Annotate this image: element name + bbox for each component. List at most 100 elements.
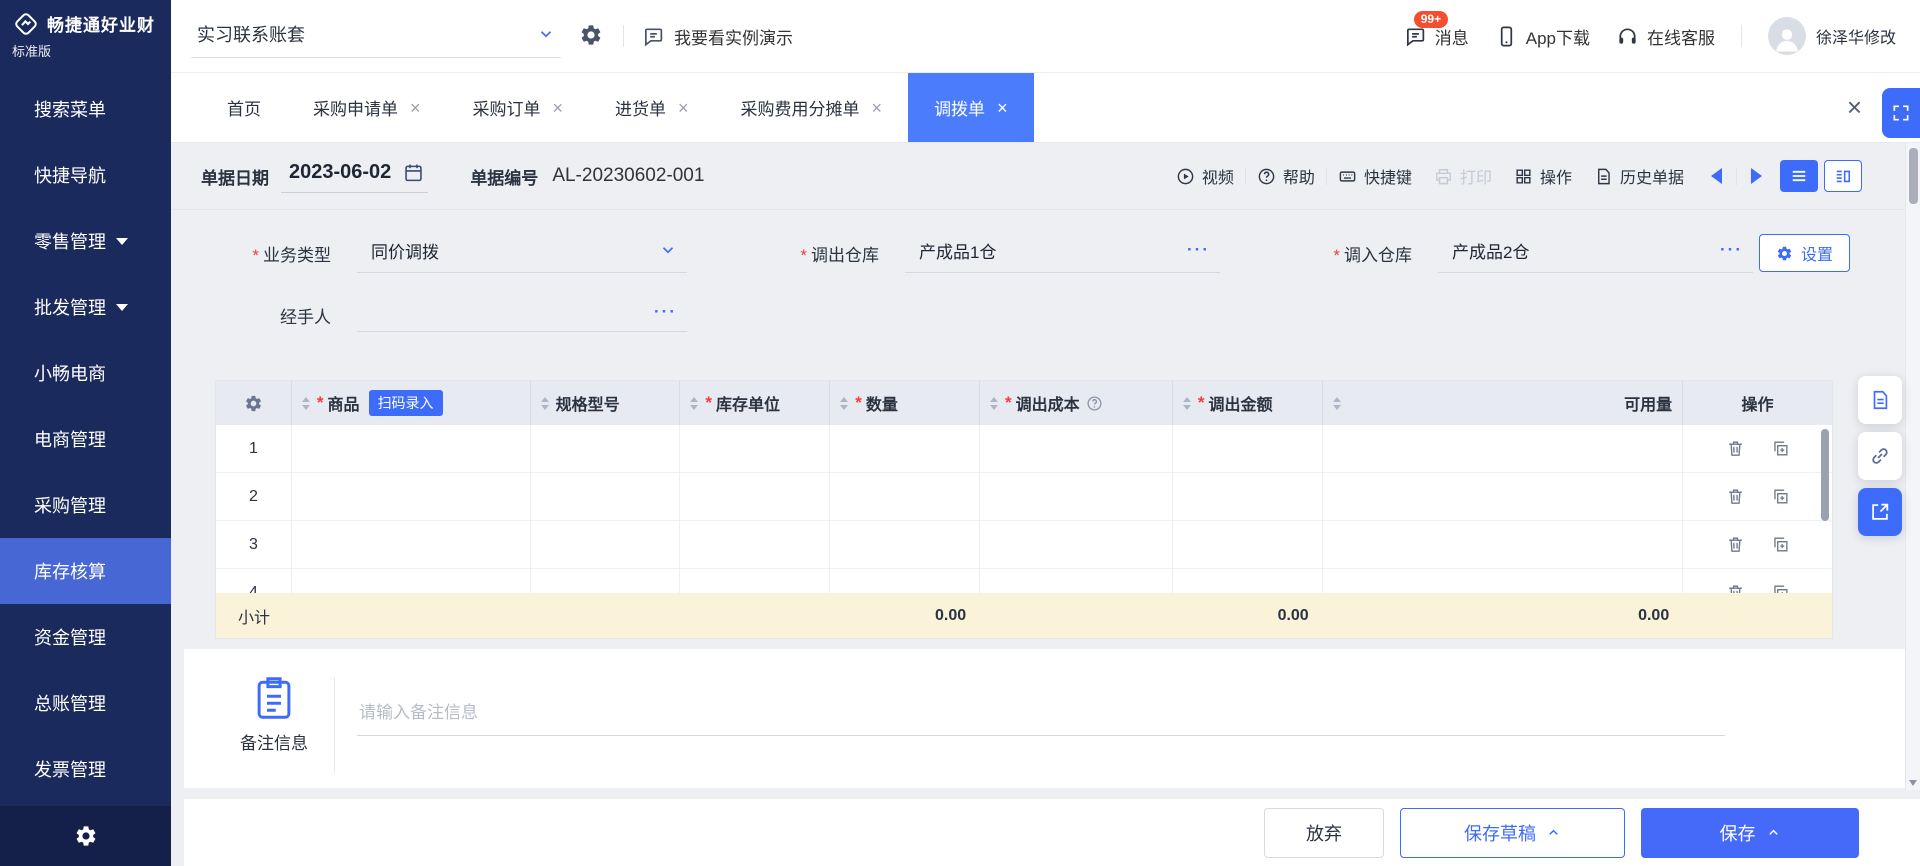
tab-close-icon[interactable]: × [872, 99, 883, 117]
scroll-down-arrow-icon[interactable] [1909, 780, 1917, 786]
tab-close-icon[interactable]: × [553, 99, 564, 117]
link-tool-button[interactable] [1858, 432, 1902, 480]
cell-product[interactable] [292, 569, 531, 593]
tab-purchase-request[interactable]: 采购申请单 × [287, 73, 447, 142]
sidebar-item-quick-nav[interactable]: 快捷导航 [0, 142, 171, 208]
copy-row-icon[interactable] [1771, 439, 1790, 458]
history-docs-button[interactable]: 历史单据 [1583, 164, 1695, 188]
in-warehouse-field[interactable]: 产成品2仓 ··· [1438, 234, 1753, 273]
cell-cost[interactable] [980, 473, 1173, 520]
app-download-button[interactable]: App下载 [1495, 24, 1590, 49]
delete-row-trash-icon[interactable] [1726, 583, 1745, 593]
tab-purchase-order[interactable]: 采购订单 × [447, 73, 590, 142]
guide-tool-button[interactable] [1858, 376, 1902, 424]
print-button[interactable]: 打印 [1423, 164, 1503, 188]
sort-arrows-icon[interactable] [1182, 396, 1191, 410]
video-button[interactable]: 视频 [1165, 164, 1245, 188]
fullscreen-button[interactable] [1882, 88, 1920, 138]
split-view-toggle[interactable] [1824, 160, 1862, 192]
table-column-settings[interactable] [216, 381, 292, 425]
cell-unit[interactable] [680, 473, 831, 520]
sidebar-item-wholesale[interactable]: 批发管理 [0, 274, 171, 340]
sort-arrows-icon[interactable] [1332, 396, 1341, 410]
next-doc-caret-icon[interactable] [1751, 168, 1762, 184]
tab-transfer-order[interactable]: 调拨单 × [908, 73, 1034, 142]
remarks-input[interactable] [357, 697, 1725, 736]
sidebar-item-search-menu[interactable]: 搜索菜单 [0, 76, 171, 142]
hotkeys-button[interactable]: 快捷键 [1327, 164, 1423, 188]
online-service-button[interactable]: 在线客服 [1616, 24, 1715, 49]
column-header-cost[interactable]: * 调出成本 [980, 381, 1173, 425]
cell-amount[interactable] [1173, 569, 1323, 593]
cell-cost[interactable] [980, 521, 1173, 568]
cell-unit[interactable] [680, 569, 831, 593]
expand-tool-button[interactable] [1858, 488, 1902, 536]
tab-goods-receipt[interactable]: 进货单 × [589, 73, 715, 142]
sidebar-item-ecommerce[interactable]: 电商管理 [0, 406, 171, 472]
operations-button[interactable]: 操作 [1503, 164, 1583, 188]
table-settings-gear-icon[interactable] [244, 394, 263, 413]
save-draft-button[interactable]: 保存草稿 [1400, 807, 1625, 858]
list-view-toggle[interactable] [1780, 160, 1818, 192]
sidebar-item-xiaochang-ecom[interactable]: 小畅电商 [0, 340, 171, 406]
copy-row-icon[interactable] [1771, 487, 1790, 506]
delete-row-trash-icon[interactable] [1726, 487, 1745, 506]
sort-arrows-icon[interactable] [990, 396, 999, 410]
sidebar-item-inventory-accounting[interactable]: 库存核算 [0, 538, 171, 604]
messages-button[interactable]: 99+ 消息 [1404, 10, 1469, 49]
column-header-unit[interactable]: * 库存单位 [680, 381, 831, 425]
cell-amount[interactable] [1173, 425, 1323, 472]
cell-unit[interactable] [680, 521, 831, 568]
sidebar-gear-icon[interactable] [74, 824, 98, 848]
header-settings-gear-icon[interactable] [579, 23, 605, 49]
tab-close-icon[interactable]: × [997, 99, 1008, 117]
tab-home[interactable]: 首页 [201, 73, 287, 142]
ellipsis-picker-icon[interactable]: ··· [1187, 240, 1210, 260]
ellipsis-picker-icon[interactable]: ··· [654, 302, 677, 322]
sidebar-item-funds[interactable]: 资金管理 [0, 604, 171, 670]
cell-amount[interactable] [1173, 473, 1323, 520]
settings-button[interactable]: 设置 [1758, 234, 1850, 272]
doc-date-field[interactable]: 2023-06-02 [281, 159, 429, 193]
cell-qty[interactable] [830, 569, 981, 593]
prev-doc-caret-icon[interactable] [1711, 168, 1722, 184]
cell-spec[interactable] [531, 521, 681, 568]
out-warehouse-field[interactable]: 产成品1仓 ··· [905, 234, 1220, 273]
copy-row-icon[interactable] [1771, 535, 1790, 554]
demo-link[interactable]: 我要看实例演示 [642, 24, 793, 49]
cell-spec[interactable] [531, 425, 681, 472]
discard-button[interactable]: 放弃 [1264, 807, 1384, 858]
sidebar-item-retail[interactable]: 零售管理 [0, 208, 171, 274]
sort-arrows-icon[interactable] [840, 396, 849, 410]
column-header-qty[interactable]: * 数量 [830, 381, 981, 425]
ellipsis-picker-icon[interactable]: ··· [1720, 240, 1743, 260]
handler-field[interactable]: ··· [357, 298, 687, 332]
cost-info-icon[interactable] [1086, 395, 1103, 412]
column-header-available[interactable]: 可用量 [1323, 381, 1684, 425]
cell-cost[interactable] [980, 425, 1173, 472]
cell-cost[interactable] [980, 569, 1173, 593]
help-button[interactable]: 帮助 [1246, 164, 1326, 188]
page-scrollbar[interactable] [1905, 143, 1920, 790]
table-scrollbar[interactable] [1821, 429, 1829, 521]
cell-qty[interactable] [830, 521, 981, 568]
cell-product[interactable] [292, 521, 531, 568]
delete-row-trash-icon[interactable] [1726, 535, 1745, 554]
sort-arrows-icon[interactable] [301, 396, 310, 410]
sidebar-item-invoices[interactable]: 发票管理 [0, 736, 171, 802]
cell-qty[interactable] [830, 473, 981, 520]
scrollbar-thumb[interactable] [1909, 148, 1918, 204]
cell-spec[interactable] [531, 569, 681, 593]
column-header-spec[interactable]: 规格型号 [531, 381, 681, 425]
cell-qty[interactable] [830, 425, 981, 472]
business-type-select[interactable]: 同价调拨 [357, 234, 687, 273]
account-select[interactable]: 实习联系账套 [191, 15, 561, 58]
column-header-product[interactable]: * 商品 扫码录入 [292, 381, 531, 425]
cell-amount[interactable] [1173, 521, 1323, 568]
sidebar-item-purchasing[interactable]: 采购管理 [0, 472, 171, 538]
sidebar-item-general-ledger[interactable]: 总账管理 [0, 670, 171, 736]
cell-spec[interactable] [531, 473, 681, 520]
sort-arrows-icon[interactable] [690, 396, 699, 410]
scan-entry-button[interactable]: 扫码录入 [368, 390, 443, 416]
column-header-amount[interactable]: * 调出金额 [1173, 381, 1323, 425]
